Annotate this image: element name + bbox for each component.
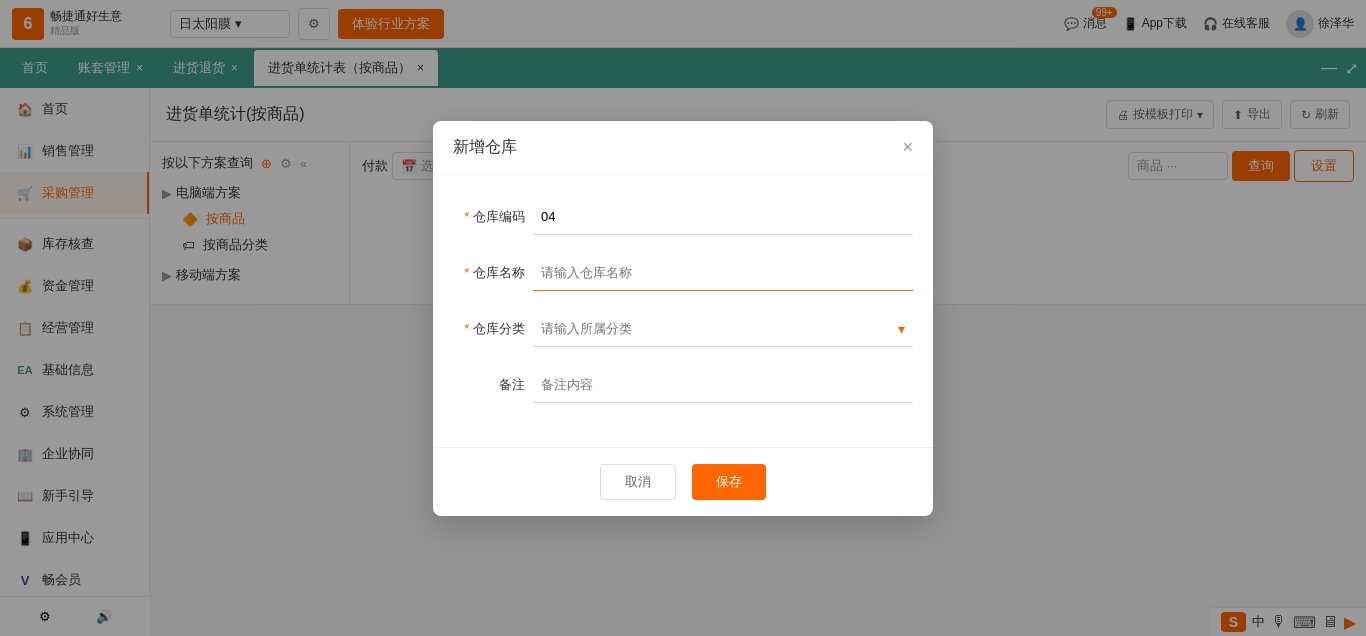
category-input[interactable] [533,311,913,347]
remark-label: 备注 [453,376,533,394]
modal-footer: 取消 保存 [433,447,933,516]
category-select-wrapper: ▾ [533,311,913,347]
name-input[interactable] [533,255,913,291]
modal-overlay[interactable]: 新增仓库 × 仓库编码 仓库名称 仓库分类 ▾ [0,0,1366,636]
save-button[interactable]: 保存 [692,464,766,500]
modal-close-button[interactable]: × [902,137,913,158]
form-row-name: 仓库名称 [453,255,913,291]
form-row-category: 仓库分类 ▾ [453,311,913,347]
modal-title: 新增仓库 [453,137,517,158]
code-input[interactable] [533,199,913,235]
new-warehouse-modal: 新增仓库 × 仓库编码 仓库名称 仓库分类 ▾ [433,121,933,516]
modal-body: 仓库编码 仓库名称 仓库分类 ▾ 备注 [433,175,933,447]
cancel-button[interactable]: 取消 [600,464,676,500]
form-row-remark: 备注 [453,367,913,403]
form-row-code: 仓库编码 [453,199,913,235]
name-label: 仓库名称 [453,264,533,282]
remark-input[interactable] [533,367,913,403]
modal-header: 新增仓库 × [433,121,933,175]
code-label: 仓库编码 [453,208,533,226]
category-label: 仓库分类 [453,320,533,338]
